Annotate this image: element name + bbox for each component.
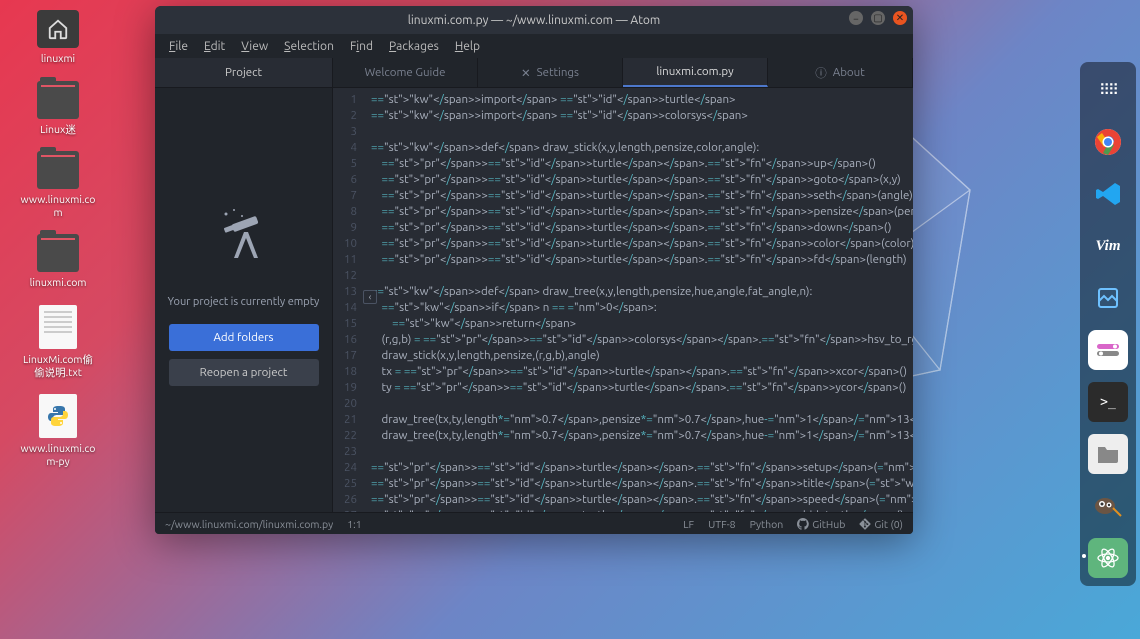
desktop-icon-folder-3[interactable]: linuxmi.com bbox=[18, 234, 98, 289]
status-encoding[interactable]: UTF-8 bbox=[708, 518, 736, 530]
desktop-icon-home[interactable]: linuxmi bbox=[18, 10, 98, 65]
tab-welcome[interactable]: Welcome Guide bbox=[333, 58, 478, 87]
desktop-icon-folder-1[interactable]: Linux迷 bbox=[18, 81, 98, 136]
terminal-icon[interactable]: >_ bbox=[1088, 382, 1128, 422]
chrome-icon[interactable] bbox=[1088, 122, 1128, 162]
vscode-icon[interactable] bbox=[1088, 174, 1128, 214]
menubar: File Edit View Selection Find Packages H… bbox=[155, 34, 913, 58]
project-sidebar: Your project is currently empty Add fold… bbox=[155, 88, 333, 512]
minimize-button[interactable]: − bbox=[849, 11, 863, 25]
files-icon[interactable] bbox=[1088, 434, 1128, 474]
statusbar: ~/www.linuxmi.com/linuxmi.com.py 1:1 LF … bbox=[155, 512, 913, 534]
maximize-button[interactable]: ▢ bbox=[871, 11, 885, 25]
atom-icon[interactable] bbox=[1088, 538, 1128, 578]
status-github[interactable]: GitHub bbox=[797, 518, 845, 530]
menu-find[interactable]: Find bbox=[344, 38, 379, 55]
desktop-icons: linuxmi Linux迷 www.linuxmi.com linuxmi.c… bbox=[0, 0, 155, 483]
fold-indicator[interactable]: ‹ bbox=[363, 290, 377, 304]
editor[interactable]: 1234567891011121314151617181920212223242… bbox=[333, 88, 913, 512]
window-title: linuxmi.com.py — ~/www.linuxmi.com — Ato… bbox=[408, 14, 661, 27]
line-numbers: 1234567891011121314151617181920212223242… bbox=[333, 88, 363, 512]
menu-file[interactable]: File bbox=[163, 38, 194, 55]
reopen-project-button[interactable]: Reopen a project bbox=[169, 359, 319, 386]
status-path[interactable]: ~/www.linuxmi.com/linuxmi.com.py bbox=[165, 518, 333, 530]
tab-linuxmi-py[interactable]: linuxmi.com.py bbox=[623, 58, 768, 87]
status-git[interactable]: Git (0) bbox=[859, 518, 903, 530]
close-icon: ✕ bbox=[521, 66, 531, 80]
menu-edit[interactable]: Edit bbox=[198, 38, 231, 55]
desktop-icon-pyfile[interactable]: www.linuxmi.com-py bbox=[18, 394, 98, 467]
desktop-icon-folder-2[interactable]: www.linuxmi.com bbox=[18, 151, 98, 218]
atom-window: linuxmi.com.py — ~/www.linuxmi.com — Ato… bbox=[155, 6, 913, 534]
telescope-icon bbox=[214, 206, 274, 266]
menu-help[interactable]: Help bbox=[449, 38, 486, 55]
status-language[interactable]: Python bbox=[750, 518, 784, 530]
dock: ⠿⠿ Vim >_ bbox=[1080, 62, 1136, 586]
tweaks-icon[interactable] bbox=[1088, 330, 1128, 370]
tab-settings[interactable]: ✕Settings bbox=[478, 58, 623, 87]
status-line-ending[interactable]: LF bbox=[683, 518, 694, 530]
tab-about[interactable]: ⓘAbout bbox=[768, 58, 913, 87]
info-icon: ⓘ bbox=[815, 65, 827, 81]
gimp-icon[interactable] bbox=[1088, 486, 1128, 526]
menu-view[interactable]: View bbox=[235, 38, 274, 55]
tabbar: Project Welcome Guide ✕Settings linuxmi.… bbox=[155, 58, 913, 88]
status-cursor-pos[interactable]: 1:1 bbox=[347, 518, 361, 530]
screenshot-icon[interactable] bbox=[1088, 278, 1128, 318]
project-pane-header[interactable]: Project bbox=[155, 58, 333, 87]
titlebar[interactable]: linuxmi.com.py — ~/www.linuxmi.com — Ato… bbox=[155, 6, 913, 34]
empty-project-message: Your project is currently empty bbox=[168, 296, 320, 308]
code-content[interactable]: =="st">"kw"</span>>import</span> =="st">… bbox=[363, 88, 913, 512]
vim-icon[interactable]: Vim bbox=[1088, 226, 1128, 266]
add-folders-button[interactable]: Add folders bbox=[169, 324, 319, 351]
menu-selection[interactable]: Selection bbox=[278, 38, 340, 55]
apps-icon[interactable]: ⠿⠿ bbox=[1088, 70, 1128, 110]
close-button[interactable]: ✕ bbox=[893, 11, 907, 25]
desktop-icon-textfile[interactable]: LinuxMi.com偷偷说明.txt bbox=[18, 305, 98, 378]
menu-packages[interactable]: Packages bbox=[383, 38, 445, 55]
